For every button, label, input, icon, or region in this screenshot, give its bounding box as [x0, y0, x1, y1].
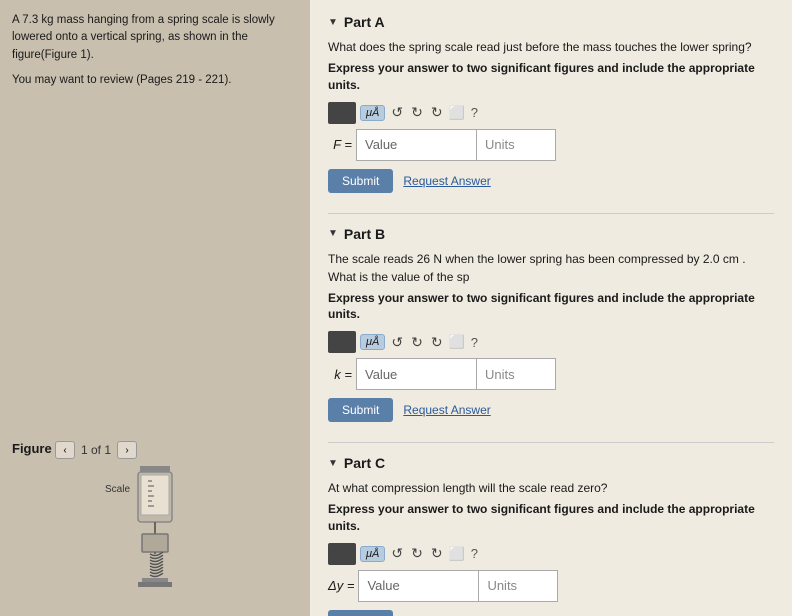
part-a-value-text: Value [365, 137, 397, 152]
monitor-icon-c: ⬜ [449, 546, 465, 562]
monitor-icon-b: ⬜ [449, 334, 465, 350]
part-a-instruction: Express your answer to two significant f… [328, 60, 774, 94]
part-b-actions: Submit Request Answer [328, 398, 774, 422]
part-c-instruction: Express your answer to two significant f… [328, 501, 774, 535]
part-c-toolbar: μÅ ↺ ↻ ↻ ⬜ ? [328, 543, 774, 565]
part-a-actions: Submit Request Answer [328, 169, 774, 193]
part-b-request[interactable]: Request Answer [403, 403, 490, 417]
refresh-button-b[interactable]: ↻ [429, 334, 445, 351]
part-c-units-text: Units [487, 578, 517, 593]
part-a-answer-row: F = Value Units [328, 129, 774, 161]
figure-prev-button[interactable]: ‹ [55, 441, 75, 459]
problem-text-1: A 7.3 kg mass hanging from a spring scal… [12, 12, 298, 64]
part-b-arrow: ▼ [328, 228, 338, 239]
figure-nav: ‹ 1 of 1 › [55, 441, 137, 459]
part-a-question: What does the spring scale read just bef… [328, 38, 774, 56]
part-c-title: Part C [344, 455, 385, 471]
part-a-header[interactable]: ▼ Part A [328, 14, 774, 30]
figure-image: Scale [100, 466, 210, 606]
mu-button-a[interactable]: μÅ [360, 105, 385, 121]
part-b-submit[interactable]: Submit [328, 398, 393, 422]
part-c-submit[interactable]: Submit [328, 610, 393, 616]
redo-button-b[interactable]: ↻ [409, 334, 425, 351]
part-c-units-input[interactable]: Units [478, 570, 558, 602]
part-c-header[interactable]: ▼ Part C [328, 455, 774, 471]
part-c-label: Δy = [328, 578, 358, 593]
format-icon[interactable] [328, 102, 356, 124]
scale-label: Scale [105, 484, 130, 495]
part-b-units-text: Units [485, 367, 515, 382]
format-icon-b[interactable] [328, 331, 356, 353]
left-panel: A 7.3 kg mass hanging from a spring scal… [0, 0, 310, 616]
part-b-units-input[interactable]: Units [476, 358, 556, 390]
part-a-submit[interactable]: Submit [328, 169, 393, 193]
part-c-question: At what compression length will the scal… [328, 479, 774, 497]
part-c-actions: Submit Request Answer [328, 610, 774, 616]
question-icon-a[interactable]: ? [469, 105, 480, 120]
part-b-answer-row: k = Value Units [328, 358, 774, 390]
undo-button-c[interactable]: ↺ [389, 545, 405, 562]
undo-button-a[interactable]: ↺ [389, 104, 405, 121]
part-b-section: ▼ Part B The scale reads 26 N when the l… [328, 226, 774, 423]
part-b-value-input[interactable]: Value [356, 358, 476, 390]
right-panel: ▼ Part A What does the spring scale read… [310, 0, 792, 616]
part-a-value-input[interactable]: Value [356, 129, 476, 161]
part-b-header[interactable]: ▼ Part B [328, 226, 774, 242]
figure-page: 1 of 1 [81, 443, 111, 457]
figure-label: Figure [12, 441, 52, 456]
part-b-instruction: Express your answer to two significant f… [328, 290, 774, 324]
part-c-arrow: ▼ [328, 458, 338, 469]
part-c-section: ▼ Part C At what compression length will… [328, 455, 774, 616]
part-a-units-text: Units [485, 137, 515, 152]
part-c-value-text: Value [367, 578, 399, 593]
part-a-toolbar: μÅ ↺ ↻ ↻ ⬜ ? [328, 102, 774, 124]
part-a-units-input[interactable]: Units [476, 129, 556, 161]
refresh-button-c[interactable]: ↻ [429, 545, 445, 562]
part-b-question: The scale reads 26 N when the lower spri… [328, 250, 774, 286]
part-a-request[interactable]: Request Answer [403, 174, 490, 188]
refresh-button-a[interactable]: ↻ [429, 104, 445, 121]
problem-text-2: You may want to review (Pages 219 - 221)… [12, 72, 298, 89]
undo-button-b[interactable]: ↺ [389, 334, 405, 351]
redo-button-a[interactable]: ↻ [409, 104, 425, 121]
figure-next-button[interactable]: › [117, 441, 137, 459]
part-c-value-input[interactable]: Value [358, 570, 478, 602]
question-icon-c[interactable]: ? [469, 546, 480, 561]
question-icon-b[interactable]: ? [469, 335, 480, 350]
part-b-toolbar: μÅ ↺ ↻ ↻ ⬜ ? [328, 331, 774, 353]
mu-button-c[interactable]: μÅ [360, 546, 385, 562]
divider-ab [328, 213, 774, 214]
part-b-title: Part B [344, 226, 385, 242]
part-b-value-text: Value [365, 367, 397, 382]
part-a-title: Part A [344, 14, 385, 30]
part-a-arrow: ▼ [328, 17, 338, 28]
redo-button-c[interactable]: ↻ [409, 545, 425, 562]
format-icon-c[interactable] [328, 543, 356, 565]
part-b-label: k = [328, 367, 356, 382]
divider-bc [328, 442, 774, 443]
mu-button-b[interactable]: μÅ [360, 334, 385, 350]
part-a-label: F = [328, 137, 356, 152]
monitor-icon-a: ⬜ [449, 105, 465, 121]
part-a-section: ▼ Part A What does the spring scale read… [328, 14, 774, 193]
part-c-answer-row: Δy = Value Units [328, 570, 774, 602]
